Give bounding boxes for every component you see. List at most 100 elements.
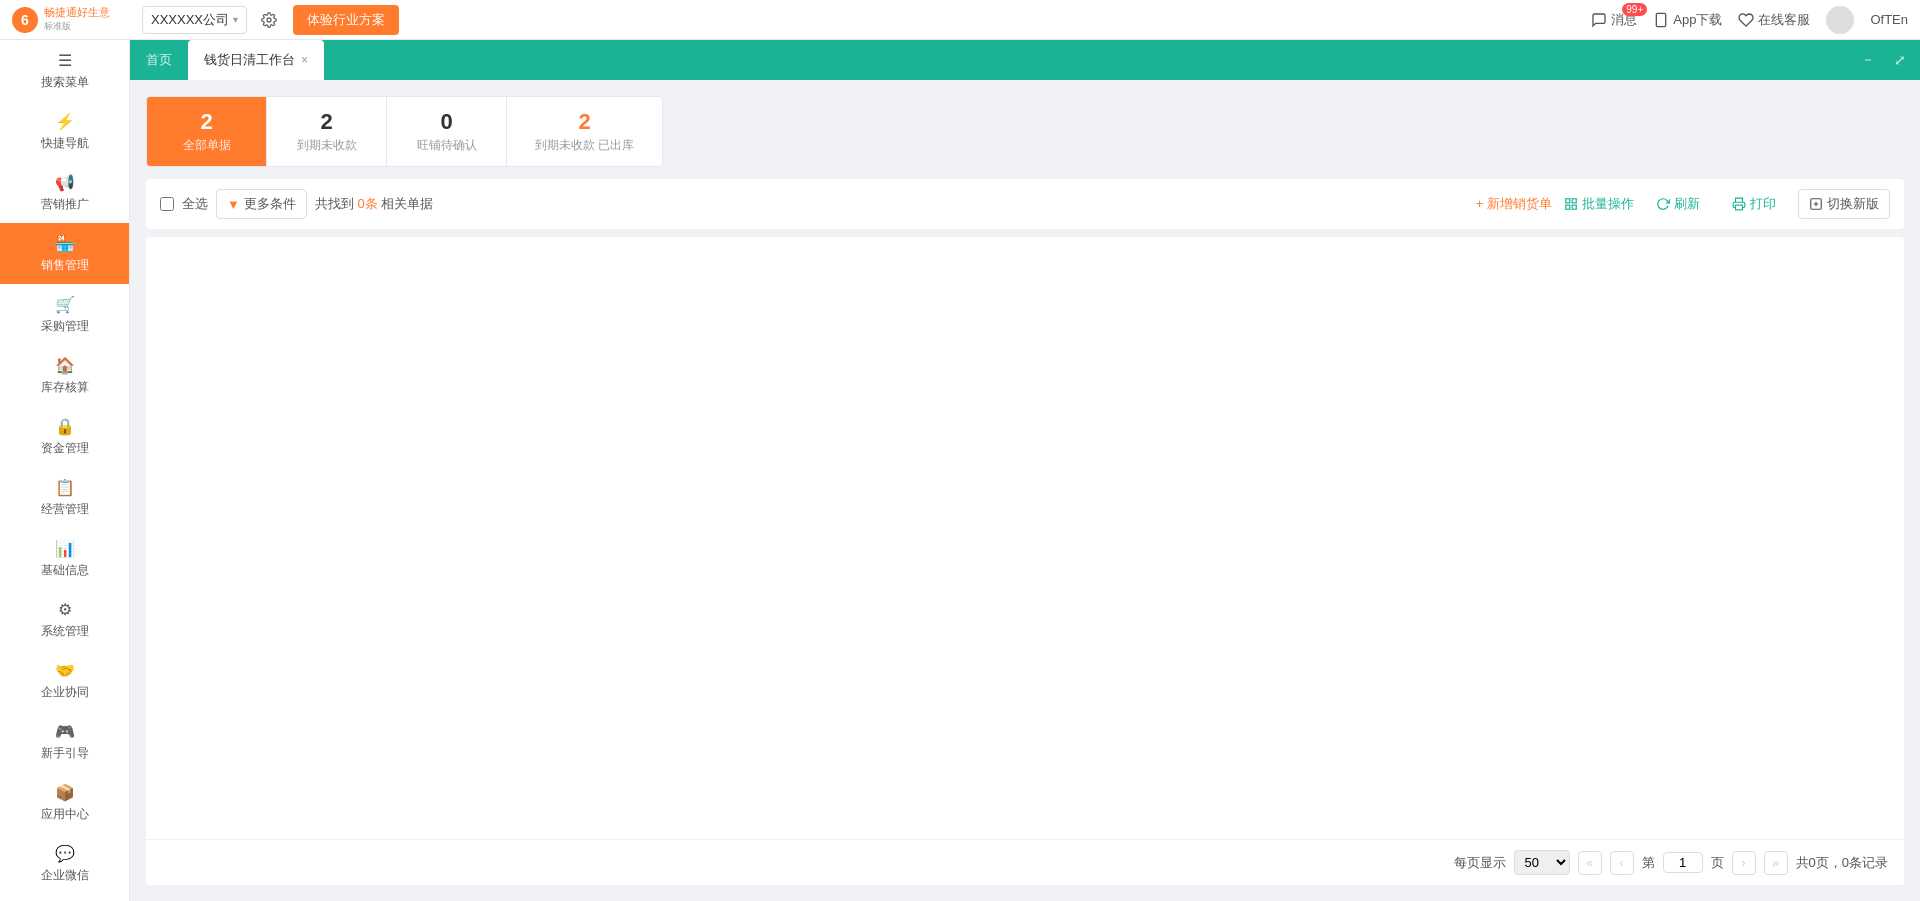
online-service-label: 在线客服 bbox=[1758, 11, 1810, 29]
page-prefix: 第 bbox=[1642, 854, 1655, 872]
sidebar-icon-search-menu: ☰ bbox=[55, 50, 75, 70]
filter-btn[interactable]: ▼ 更多条件 bbox=[216, 189, 307, 219]
company-name: XXXXXX公司 bbox=[151, 11, 229, 29]
sidebar-icon-fund-mgmt: 🔒 bbox=[55, 416, 75, 436]
found-count: 0条 bbox=[358, 196, 378, 211]
username: OfTEn bbox=[1870, 12, 1908, 27]
sidebar-item-sys-mgmt[interactable]: ⚙ 系统管理 bbox=[0, 589, 129, 650]
stat-card-0[interactable]: 2 全部单据 bbox=[147, 97, 267, 166]
switch-label: 切换新版 bbox=[1827, 195, 1879, 213]
sidebar-label-search-menu: 搜索菜单 bbox=[41, 74, 89, 91]
pagination-bar: 每页显示 50 100 200 « ‹ 第 页 › » 共0页，0条记录 bbox=[146, 839, 1904, 885]
sidebar-item-enterprise[interactable]: 🤝 企业协同 bbox=[0, 650, 129, 711]
select-all-label: 全选 bbox=[182, 195, 208, 213]
maximize-tab-btn[interactable]: ⤢ bbox=[1888, 48, 1912, 72]
sidebar-item-vip[interactable]: ▽ 畅会员 bbox=[0, 894, 129, 901]
tab-home[interactable]: 首页 bbox=[130, 40, 188, 80]
page-content: 2 全部单据 2 到期未收款 0 旺铺待确认 2 到期未收款 已出库 全选 ▼ … bbox=[130, 80, 1920, 901]
logo-sub: 标准版 bbox=[44, 20, 110, 33]
sidebar-item-purchase-mgmt[interactable]: 🛒 采购管理 bbox=[0, 284, 129, 345]
sidebar-icon-biz-mgmt: 📋 bbox=[55, 477, 75, 497]
sidebar-icon-quick-nav: ⚡ bbox=[55, 111, 75, 131]
page-num-input[interactable] bbox=[1663, 852, 1703, 873]
sidebar: ☰ 搜索菜单 ⚡ 快捷导航 📢 营销推广 🏪 销售管理 🛒 采购管理 🏠 库存核… bbox=[0, 40, 130, 901]
found-text: 共找到 0条 相关单据 bbox=[315, 195, 433, 213]
next-page-btn[interactable]: › bbox=[1732, 851, 1756, 875]
sidebar-icon-app-center: 📦 bbox=[55, 782, 75, 802]
sidebar-item-biz-mgmt[interactable]: 📋 经营管理 bbox=[0, 467, 129, 528]
sidebar-icon-marketing: 📢 bbox=[55, 172, 75, 192]
filter-label: 更多条件 bbox=[244, 195, 296, 213]
online-service-btn[interactable]: 在线客服 bbox=[1738, 11, 1810, 29]
page-suffix: 页 bbox=[1711, 854, 1724, 872]
sidebar-item-inventory[interactable]: 🏠 库存核算 bbox=[0, 345, 129, 406]
sidebar-item-sales-mgmt[interactable]: 🏪 销售管理 bbox=[0, 223, 129, 284]
sidebar-item-marketing[interactable]: 📢 营销推广 bbox=[0, 162, 129, 223]
app-download-btn[interactable]: App下载 bbox=[1653, 11, 1722, 29]
stat-card-3[interactable]: 2 到期未收款 已出库 bbox=[507, 97, 662, 166]
minimize-tab-btn[interactable]: － bbox=[1856, 48, 1880, 72]
sidebar-item-new-guide[interactable]: 🎮 新手引导 bbox=[0, 711, 129, 772]
stat-card-2[interactable]: 0 旺铺待确认 bbox=[387, 97, 507, 166]
filter-icon: ▼ bbox=[227, 197, 240, 212]
industry-btn[interactable]: 体验行业方案 bbox=[293, 5, 399, 35]
sidebar-label-enterprise: 企业协同 bbox=[41, 684, 89, 701]
svg-rect-7 bbox=[1736, 205, 1743, 210]
sidebar-item-fund-mgmt[interactable]: 🔒 资金管理 bbox=[0, 406, 129, 467]
sidebar-icon-inventory: 🏠 bbox=[55, 355, 75, 375]
tab-bar-actions: － ⤢ bbox=[1856, 48, 1920, 72]
per-page-select[interactable]: 50 100 200 bbox=[1514, 850, 1570, 875]
sidebar-item-quick-nav[interactable]: ⚡ 快捷导航 bbox=[0, 101, 129, 162]
sidebar-label-sys-mgmt: 系统管理 bbox=[41, 623, 89, 640]
select-all-checkbox[interactable] bbox=[160, 197, 174, 211]
svg-rect-5 bbox=[1572, 205, 1576, 209]
tab-cashflow[interactable]: 钱货日清工作台 × bbox=[188, 40, 324, 80]
sidebar-label-app-center: 应用中心 bbox=[41, 806, 89, 823]
message-btn[interactable]: 消息 99+ bbox=[1591, 11, 1637, 29]
company-dropdown-arrow: ▾ bbox=[233, 14, 238, 25]
sidebar-icon-base-info: 📊 bbox=[55, 538, 75, 558]
sidebar-item-base-info[interactable]: 📊 基础信息 bbox=[0, 528, 129, 589]
batch-btn[interactable]: 批量操作 bbox=[1564, 195, 1634, 213]
refresh-btn[interactable]: 刷新 bbox=[1646, 190, 1710, 218]
top-right: 消息 99+ App下载 在线客服 OfTEn bbox=[1591, 6, 1908, 34]
sidebar-item-search-menu[interactable]: ☰ 搜索菜单 bbox=[0, 40, 129, 101]
sidebar-item-enterprise-wx[interactable]: 💬 企业微信 bbox=[0, 833, 129, 894]
top-bar: 6 畅捷通好生意 标准版 XXXXXX公司 ▾ 体验行业方案 消息 99+ Ap… bbox=[0, 0, 1920, 40]
main-layout: ☰ 搜索菜单 ⚡ 快捷导航 📢 营销推广 🏪 销售管理 🛒 采购管理 🏠 库存核… bbox=[0, 40, 1920, 901]
stat-num-1: 2 bbox=[295, 109, 358, 135]
stat-num-2: 0 bbox=[415, 109, 478, 135]
print-btn[interactable]: 打印 bbox=[1722, 190, 1786, 218]
sidebar-label-fund-mgmt: 资金管理 bbox=[41, 440, 89, 457]
svg-rect-4 bbox=[1572, 199, 1576, 203]
settings-icon[interactable] bbox=[255, 6, 283, 34]
add-sales-btn[interactable]: + 新增销货单 bbox=[1476, 195, 1552, 213]
sidebar-label-enterprise-wx: 企业微信 bbox=[41, 867, 89, 884]
stats-row: 2 全部单据 2 到期未收款 0 旺铺待确认 2 到期未收款 已出库 bbox=[146, 96, 663, 167]
sidebar-label-base-info: 基础信息 bbox=[41, 562, 89, 579]
last-page-btn[interactable]: » bbox=[1764, 851, 1788, 875]
tab-bar: 首页 钱货日清工作台 × － ⤢ bbox=[130, 40, 1920, 80]
company-selector[interactable]: XXXXXX公司 ▾ bbox=[142, 6, 247, 34]
sidebar-label-marketing: 营销推广 bbox=[41, 196, 89, 213]
switch-new-btn[interactable]: 切换新版 bbox=[1798, 189, 1890, 219]
sidebar-label-biz-mgmt: 经营管理 bbox=[41, 501, 89, 518]
sidebar-icon-enterprise-wx: 💬 bbox=[55, 843, 75, 863]
toolbar-right: + 新增销货单 批量操作 刷新 打印 切换新版 bbox=[1476, 189, 1890, 219]
sidebar-item-app-center[interactable]: 📦 应用中心 bbox=[0, 772, 129, 833]
close-tab-icon[interactable]: × bbox=[301, 53, 308, 67]
stat-card-1[interactable]: 2 到期未收款 bbox=[267, 97, 387, 166]
logo-text: 畅捷通好生意 bbox=[44, 6, 110, 19]
avatar[interactable] bbox=[1826, 6, 1854, 34]
content-area: 首页 钱货日清工作台 × － ⤢ 2 全部单据 2 到期未收款 0 旺铺待确认 … bbox=[130, 40, 1920, 901]
print-label: 打印 bbox=[1750, 195, 1776, 213]
stat-num-3: 2 bbox=[535, 109, 634, 135]
app-download-label: App下载 bbox=[1673, 11, 1722, 29]
stat-num-0: 2 bbox=[175, 109, 238, 135]
svg-rect-6 bbox=[1566, 205, 1570, 209]
first-page-btn[interactable]: « bbox=[1578, 851, 1602, 875]
sidebar-icon-purchase-mgmt: 🛒 bbox=[55, 294, 75, 314]
logo-text-group: 畅捷通好生意 标准版 bbox=[44, 6, 110, 32]
prev-page-btn[interactable]: ‹ bbox=[1610, 851, 1634, 875]
sidebar-label-new-guide: 新手引导 bbox=[41, 745, 89, 762]
